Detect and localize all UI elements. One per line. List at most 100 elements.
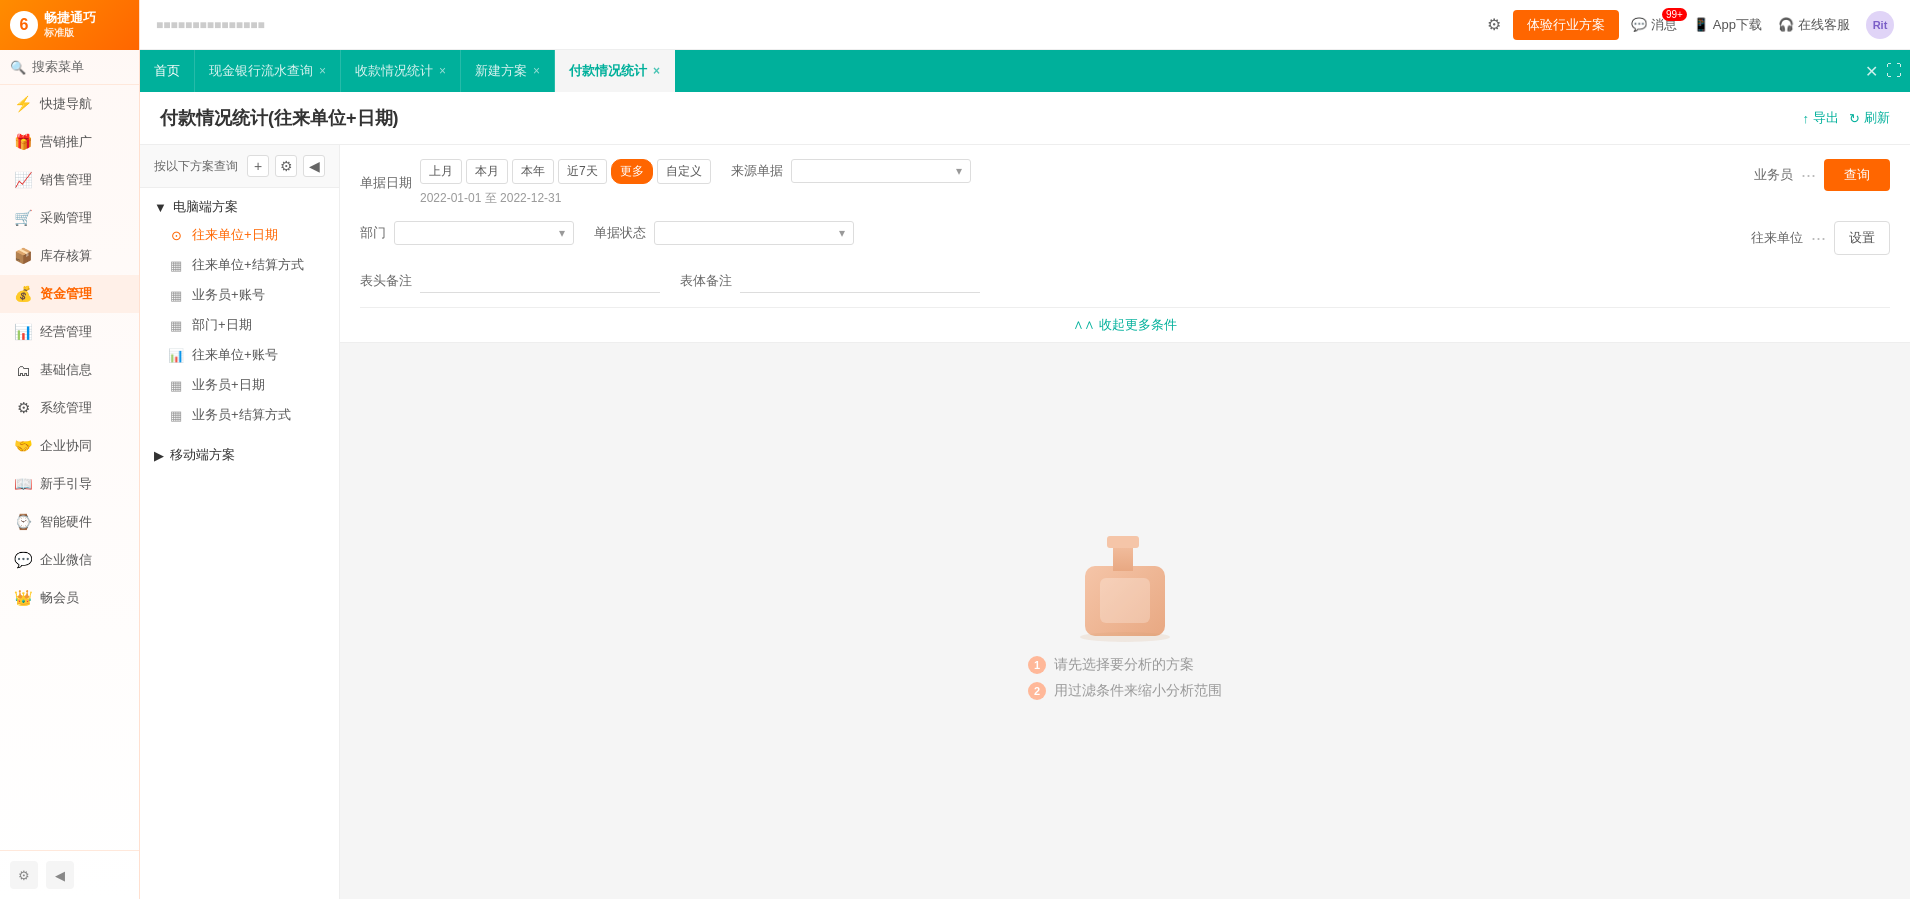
tab-new-plan[interactable]: 新建方案×: [461, 50, 555, 92]
collapse-filter-btn[interactable]: ∧∧ 收起更多条件: [360, 307, 1890, 342]
scheme-item-dept-date[interactable]: ▦部门+日期: [140, 310, 339, 340]
scheme-item-staff-settle[interactable]: ▦业务员+结算方式: [140, 400, 339, 430]
voucher-arrow: ▾: [839, 226, 845, 240]
source-select[interactable]: ▾: [791, 159, 971, 183]
filter-staff-item: 业务员 ··· 查询: [1754, 159, 1890, 191]
service-label: 在线客服: [1798, 16, 1850, 34]
sidebar-item-sales[interactable]: 📈销售管理: [0, 161, 139, 199]
search-menu[interactable]: 🔍 搜索菜单: [0, 50, 139, 85]
refresh-label: 刷新: [1864, 109, 1890, 127]
export-btn[interactable]: ↑ 导出: [1803, 109, 1840, 127]
sidebar-label-weixin: 企业微信: [40, 551, 92, 569]
page-actions: ↑ 导出 ↻ 刷新: [1803, 109, 1891, 127]
staff-dots[interactable]: ···: [1801, 165, 1816, 186]
tab-home[interactable]: 首页: [140, 50, 195, 92]
topbar-settings-icon[interactable]: ⚙: [1487, 15, 1501, 34]
online-service-btn[interactable]: 🎧 在线客服: [1778, 16, 1850, 34]
sidebar-item-member[interactable]: 👑畅会员: [0, 579, 139, 617]
tab-bank[interactable]: 现金银行流水查询×: [195, 50, 341, 92]
app-icon: 📱: [1693, 17, 1709, 32]
date-btn-last-month[interactable]: 上月: [420, 159, 462, 184]
export-label: 导出: [1813, 109, 1839, 127]
scheme-group-title-desktop[interactable]: ▼电脑端方案: [140, 194, 339, 220]
scheme-item-partner-settle[interactable]: ▦往来单位+结算方式: [140, 250, 339, 280]
sidebar-item-marketing[interactable]: 🎁营销推广: [0, 123, 139, 161]
message-btn[interactable]: 💬 消息 99+: [1631, 16, 1677, 34]
group-arrow-desktop: ▼: [154, 200, 167, 215]
app-download-btn[interactable]: 📱 App下载: [1693, 16, 1762, 34]
filter-area: 单据日期 上月本月本年近7天更多自定义 2022-01-01 至 2022-12…: [340, 145, 1910, 343]
voucher-select[interactable]: ▾: [654, 221, 854, 245]
sidebar: 6 畅捷通巧 标准版 🔍 搜索菜单 ⚡快捷导航🎁营销推广📈销售管理🛒采购管理📦库…: [0, 0, 140, 899]
date-btn-this-year[interactable]: 本年: [512, 159, 554, 184]
scheme-collapse-btn[interactable]: ◀: [303, 155, 325, 177]
filter-date-item: 单据日期 上月本月本年近7天更多自定义 2022-01-01 至 2022-12…: [360, 159, 711, 207]
sidebar-item-finance[interactable]: 💰资金管理: [0, 275, 139, 313]
footer-collapse-btn[interactable]: ◀: [46, 861, 74, 889]
sidebar-nav: ⚡快捷导航🎁营销推广📈销售管理🛒采购管理📦库存核算💰资金管理📊经营管理🗂基础信息…: [0, 85, 139, 850]
date-btn-custom[interactable]: 自定义: [657, 159, 711, 184]
avatar-text: Rit: [1873, 19, 1888, 31]
sidebar-item-weixin[interactable]: 💬企业微信: [0, 541, 139, 579]
expand-icon[interactable]: ⛶: [1886, 62, 1902, 80]
scheme-item-partner-account[interactable]: 📊往来单位+账号: [140, 340, 339, 370]
tabbar-actions: ✕ ⛶: [1857, 50, 1910, 92]
sidebar-item-guide[interactable]: 📖新手引导: [0, 465, 139, 503]
sidebar-item-operation[interactable]: 📊经营管理: [0, 313, 139, 351]
tab-close-new-plan[interactable]: ×: [533, 64, 540, 78]
tab-receipt[interactable]: 收款情况统计 ×: [341, 50, 461, 92]
tab-close-payment[interactable]: ×: [653, 64, 660, 78]
page-header: 付款情况统计(往来单位+日期) ↑ 导出 ↻ 刷新: [140, 92, 1910, 145]
sidebar-item-basic[interactable]: 🗂基础信息: [0, 351, 139, 389]
date-btn-this-month[interactable]: 本月: [466, 159, 508, 184]
tab-payment[interactable]: 付款情况统计×: [555, 50, 675, 92]
scheme-item-partner-date[interactable]: ⊙往来单位+日期: [140, 220, 339, 250]
scheme-item-staff-date[interactable]: ▦业务员+日期: [140, 370, 339, 400]
close-all-icon[interactable]: ✕: [1865, 62, 1878, 81]
sidebar-item-hardware[interactable]: ⌚智能硬件: [0, 503, 139, 541]
sidebar-item-purchase[interactable]: 🛒采购管理: [0, 199, 139, 237]
breadcrumb-text: ■■■■■■■■■■■■■■■: [156, 18, 265, 32]
filter-dept-item: 部门 ▾: [360, 221, 574, 245]
sidebar-item-system[interactable]: ⚙系统管理: [0, 389, 139, 427]
hint2-text: 用过滤条件来缩小分析范围: [1054, 682, 1222, 700]
sidebar-label-quick-nav: 快捷导航: [40, 95, 92, 113]
partner-dots[interactable]: ···: [1811, 228, 1826, 249]
sidebar-item-inventory[interactable]: 📦库存核算: [0, 237, 139, 275]
sidebar-icon-hardware: ⌚: [14, 513, 32, 531]
footer-settings-btn[interactable]: ⚙: [10, 861, 38, 889]
trial-button[interactable]: 体验行业方案: [1513, 10, 1619, 40]
date-btn-last7[interactable]: 近7天: [558, 159, 607, 184]
date-range: 2022-01-01 至 2022-12-31: [420, 190, 711, 207]
user-avatar[interactable]: Rit: [1866, 11, 1894, 39]
header-note-input[interactable]: [420, 269, 660, 293]
empty-hints: 1 请先选择要分析的方案 2 用过滤条件来缩小分析范围: [1028, 656, 1222, 708]
filter-row-2: 部门 ▾ 单据状态 ▾: [360, 221, 1890, 255]
scheme-group-title-mobile[interactable]: ▶移动端方案: [140, 442, 339, 468]
sidebar-item-enterprise[interactable]: 🤝企业协同: [0, 427, 139, 465]
scheme-label-dept-date: 部门+日期: [192, 316, 252, 334]
scheme-item-staff-account[interactable]: ▦业务员+账号: [140, 280, 339, 310]
refresh-btn[interactable]: ↻ 刷新: [1849, 109, 1890, 127]
query-btn[interactable]: 查询: [1824, 159, 1890, 191]
tab-label-receipt: 收款情况统计: [355, 62, 433, 80]
sidebar-item-quick-nav[interactable]: ⚡快捷导航: [0, 85, 139, 123]
filter-body-note-item: 表体备注: [680, 269, 980, 293]
tab-close-bank[interactable]: ×: [319, 64, 326, 78]
scheme-label-staff-account: 业务员+账号: [192, 286, 265, 304]
sidebar-icon-enterprise: 🤝: [14, 437, 32, 455]
sidebar-icon-basic: 🗂: [14, 362, 32, 379]
dept-select[interactable]: ▾: [394, 221, 574, 245]
date-btn-more[interactable]: 更多: [611, 159, 653, 184]
scheme-settings-btn[interactable]: ⚙: [275, 155, 297, 177]
scheme-label-staff-settle: 业务员+结算方式: [192, 406, 291, 424]
settings-btn[interactable]: 设置: [1834, 221, 1890, 255]
sidebar-logo: 6 畅捷通巧 标准版: [0, 0, 139, 50]
dept-label: 部门: [360, 224, 386, 242]
tab-close-receipt[interactable]: ×: [439, 64, 446, 78]
tabbar: 首页现金银行流水查询×收款情况统计×新建方案×付款情况统计× ✕ ⛶: [140, 50, 1910, 92]
results-area: 1 请先选择要分析的方案 2 用过滤条件来缩小分析范围: [340, 343, 1910, 899]
body-note-input[interactable]: [740, 269, 980, 293]
scheme-icon-partner-account: 📊: [168, 348, 184, 363]
add-scheme-btn[interactable]: +: [247, 155, 269, 177]
